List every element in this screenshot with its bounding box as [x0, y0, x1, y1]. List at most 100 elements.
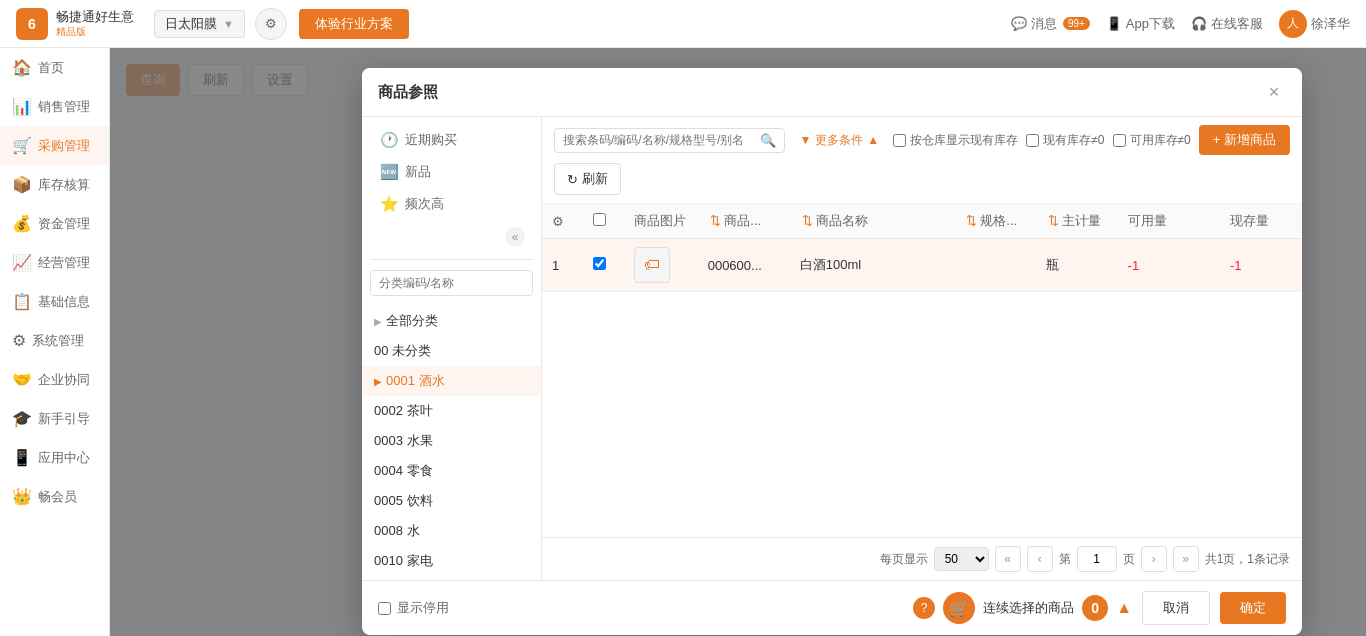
row-code: 000600...	[698, 239, 790, 292]
col-name[interactable]: ⇅ 商品名称	[790, 204, 954, 239]
sidebar-item-collab[interactable]: 🤝 企业协同	[0, 360, 109, 399]
product-search-bar[interactable]: 🔍	[554, 128, 785, 153]
col-image: 商品图片	[624, 204, 698, 239]
sales-icon: 📊	[12, 97, 32, 116]
cat-alcohol-arrow: ▶	[374, 376, 382, 387]
sidebar-item-inventory[interactable]: 📦 库存核算	[0, 165, 109, 204]
store-selector[interactable]: 日太阳膜 ▼	[154, 10, 245, 38]
product-ref-modal: 商品参照 × 🕐 近期购买 🆕 新品	[362, 68, 1302, 635]
product-search-input[interactable]	[563, 133, 754, 147]
modal-left-panel: 🕐 近期购买 🆕 新品 ⭐ 频次高 «	[362, 117, 542, 580]
category-tree: ▶ 全部分类 00 未分类 ▶ 0001 酒水 0002 茶叶	[362, 302, 541, 580]
quick-tab-new[interactable]: 🆕 新品	[370, 157, 533, 187]
per-page-select[interactable]: 50 10 20 100	[934, 547, 989, 571]
table-row[interactable]: 1 🏷 000600... 白酒100ml 瓶 -1	[542, 239, 1302, 292]
modal-header: 商品参照 ×	[362, 68, 1302, 117]
cat-water[interactable]: 0008 水	[362, 516, 541, 546]
cat-all[interactable]: ▶ 全部分类	[362, 306, 541, 336]
cart-area: ? 🛒 连续选择的商品 0 ▲	[913, 592, 1132, 624]
row-stock: -1	[1220, 239, 1302, 292]
avatar: 人	[1279, 10, 1307, 38]
inventory-icon: 📦	[12, 175, 32, 194]
prev-page-button[interactable]: ‹	[1027, 546, 1053, 572]
pagination-bar: 每页显示 50 10 20 100 « ‹ 第 页 › »	[542, 537, 1302, 580]
online-service[interactable]: 🎧 在线客服	[1191, 15, 1263, 33]
cart-collapse-icon[interactable]: ▲	[1116, 599, 1132, 617]
checkbox-by-warehouse[interactable]: 按仓库显示现有库存	[893, 132, 1018, 149]
cancel-button[interactable]: 取消	[1142, 591, 1210, 625]
store-selector-arrow: ▼	[223, 18, 234, 30]
row-seq: 1	[542, 239, 583, 292]
modal-toolbar: 🔍 ▼ 更多条件 ▲ 按仓库显示现有库存	[542, 117, 1302, 204]
category-search-box[interactable]: 🔍	[370, 270, 533, 296]
cart-icon[interactable]: 🛒	[943, 592, 975, 624]
sidebar-item-system[interactable]: ⚙ 系统管理	[0, 321, 109, 360]
add-product-button[interactable]: + 新增商品	[1199, 125, 1290, 155]
sidebar-item-guide[interactable]: 🎓 新手引导	[0, 399, 109, 438]
page-input[interactable]	[1077, 546, 1117, 572]
col-code[interactable]: ⇅ 商品...	[698, 204, 790, 239]
operations-icon: 📈	[12, 253, 32, 272]
sidebar: 🏠 首页 📊 销售管理 🛒 采购管理 📦 库存核算 💰 资金管理 📈 经营管理 …	[0, 48, 110, 636]
sidebar-item-operations[interactable]: 📈 经营管理	[0, 243, 109, 282]
select-all-checkbox[interactable]	[593, 213, 606, 226]
quick-tab-recent[interactable]: 🕐 近期购买	[370, 125, 533, 155]
checkbox-nonzero-available[interactable]: 可用库存≠0	[1113, 132, 1191, 149]
col-settings[interactable]: ⚙	[542, 204, 583, 239]
quick-tab-frequent[interactable]: ⭐ 频次高	[370, 189, 533, 219]
exp-button[interactable]: 体验行业方案	[299, 9, 409, 39]
cat-fruit[interactable]: 0003 水果	[362, 426, 541, 456]
checkbox-nonzero-stock-input[interactable]	[1026, 134, 1039, 147]
sidebar-item-member[interactable]: 👑 畅会员	[0, 477, 109, 516]
modal-close-button[interactable]: ×	[1262, 80, 1286, 104]
cat-uncategorized[interactable]: 00 未分类	[362, 336, 541, 366]
logo-area: 6 畅捷通好生意 精品版	[16, 8, 134, 40]
col-unit[interactable]: ⇅ 主计量	[1036, 204, 1118, 239]
cat-snack[interactable]: 0004 零食	[362, 456, 541, 486]
collapse-left-button[interactable]: «	[505, 227, 525, 247]
row-checkbox-cell[interactable]	[583, 239, 624, 292]
msg-item[interactable]: 💬 消息 99+	[1011, 15, 1090, 33]
checkbox-nonzero-available-input[interactable]	[1113, 134, 1126, 147]
sidebar-item-finance[interactable]: 💰 资金管理	[0, 204, 109, 243]
more-filter-button[interactable]: ▼ 更多条件 ▲	[793, 128, 885, 153]
category-search-input[interactable]	[371, 271, 533, 295]
first-page-button[interactable]: «	[995, 546, 1021, 572]
refresh-button[interactable]: ↻ 刷新	[554, 163, 621, 195]
user-area[interactable]: 人 徐泽华	[1279, 10, 1350, 38]
sidebar-item-basic[interactable]: 📋 基础信息	[0, 282, 109, 321]
last-page-button[interactable]: »	[1173, 546, 1199, 572]
recent-icon: 🕐	[380, 131, 399, 149]
product-search-icon[interactable]: 🔍	[760, 133, 776, 148]
app-download[interactable]: 📱 App下载	[1106, 15, 1175, 33]
col-available: 可用量	[1118, 204, 1220, 239]
sort-icon: ⇅	[710, 213, 721, 228]
sidebar-item-home[interactable]: 🏠 首页	[0, 48, 109, 87]
table-header: ⚙ 商品图片 ⇅ 商品... ⇅ 商品名称	[542, 204, 1302, 239]
product-thumb: 🏷	[634, 247, 670, 283]
sidebar-item-purchase[interactable]: 🛒 采购管理	[0, 126, 109, 165]
show-disabled-label[interactable]: 显示停用	[378, 599, 449, 617]
confirm-button[interactable]: 确定	[1220, 592, 1286, 624]
msg-badge: 99+	[1063, 17, 1090, 30]
cat-alcohol[interactable]: ▶ 0001 酒水	[362, 366, 541, 396]
help-icon[interactable]: ?	[913, 597, 935, 619]
collab-icon: 🤝	[12, 370, 32, 389]
cat-beverage[interactable]: 0005 饮料	[362, 486, 541, 516]
next-page-button[interactable]: ›	[1141, 546, 1167, 572]
row-checkbox[interactable]	[593, 257, 606, 270]
cart-label: 连续选择的商品	[983, 599, 1074, 617]
settings-icon[interactable]: ⚙	[255, 8, 287, 40]
checkbox-nonzero-stock[interactable]: 现有库存≠0	[1026, 132, 1104, 149]
col-spec[interactable]: ⇅ 规格...	[954, 204, 1036, 239]
checkbox-by-warehouse-input[interactable]	[893, 134, 906, 147]
cat-tea[interactable]: 0002 茶叶	[362, 396, 541, 426]
apps-icon: 📱	[12, 448, 32, 467]
sidebar-item-apps[interactable]: 📱 应用中心	[0, 438, 109, 477]
total-info: 共1页，1条记录	[1205, 551, 1290, 568]
sidebar-item-sales[interactable]: 📊 销售管理	[0, 87, 109, 126]
basic-icon: 📋	[12, 292, 32, 311]
show-disabled-checkbox[interactable]	[378, 602, 391, 615]
col-checkbox[interactable]	[583, 204, 624, 239]
cat-appliance[interactable]: 0010 家电	[362, 546, 541, 576]
